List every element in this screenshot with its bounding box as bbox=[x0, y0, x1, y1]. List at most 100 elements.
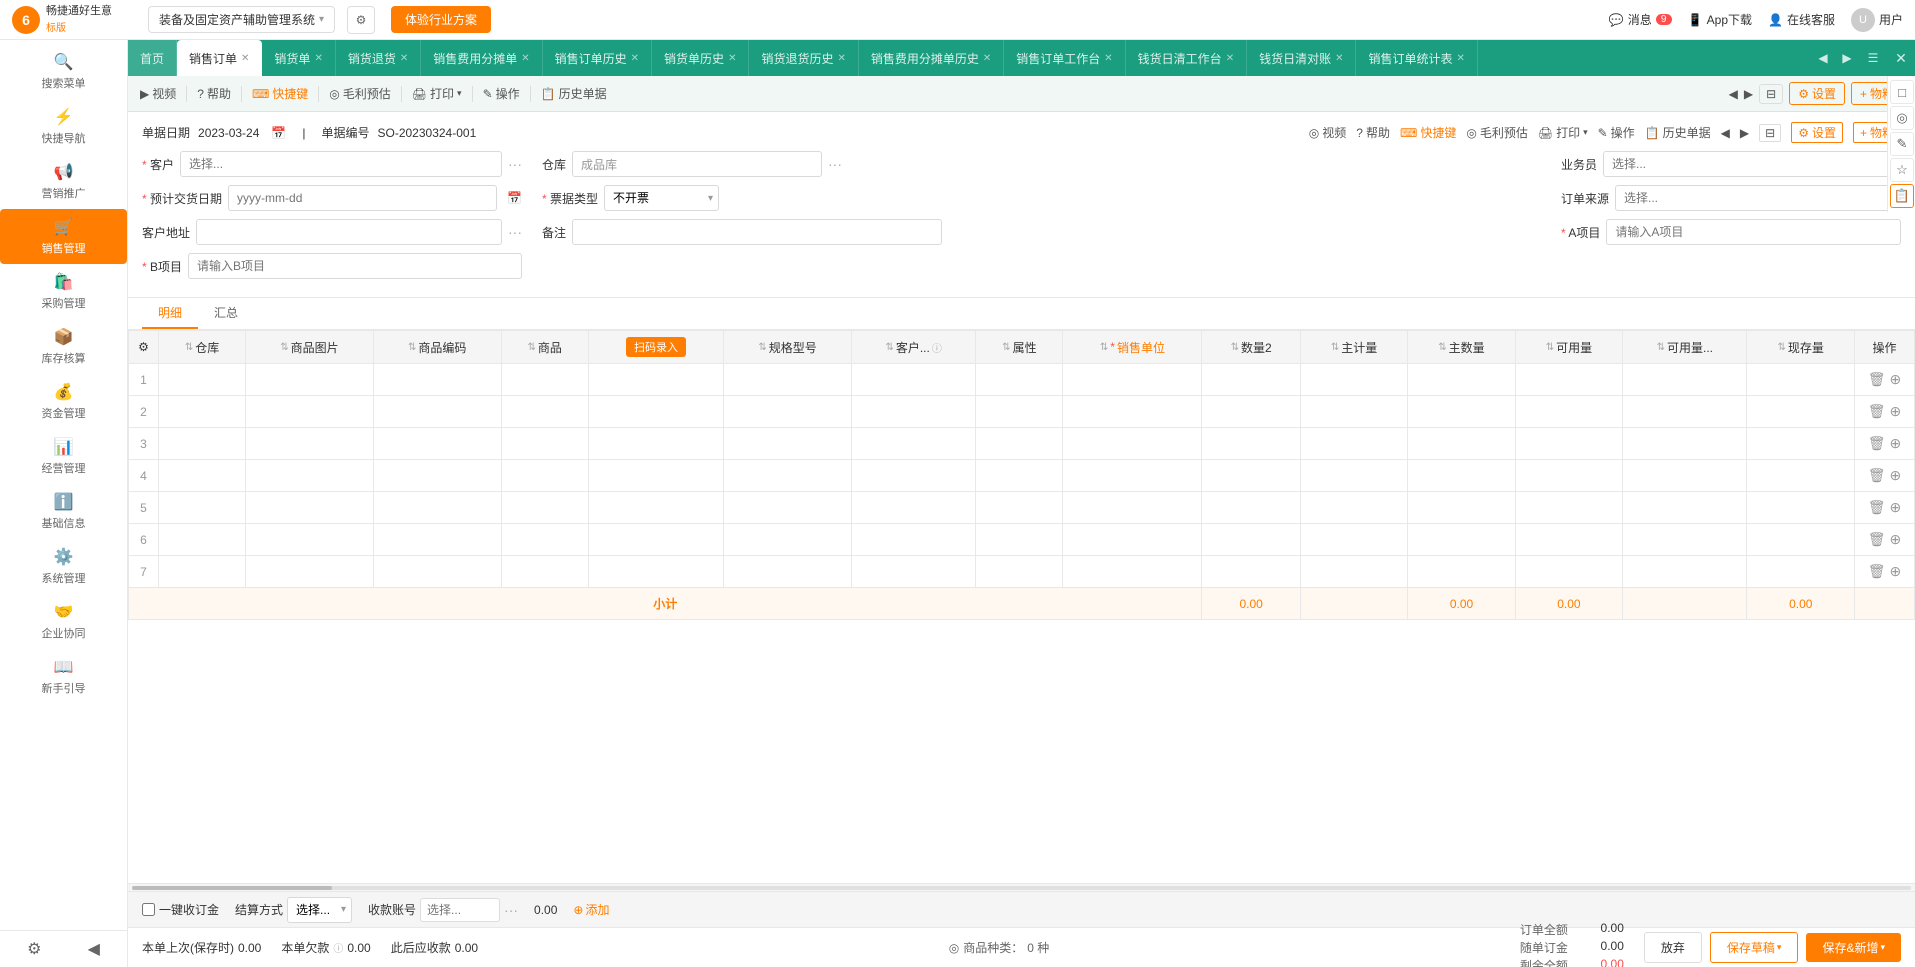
row-available-1[interactable] bbox=[1515, 364, 1622, 396]
warehouse-input[interactable] bbox=[572, 151, 822, 177]
rp-item-4[interactable]: ☆ bbox=[1890, 158, 1914, 182]
row-product-code-3[interactable] bbox=[373, 428, 501, 460]
payment-method-select[interactable]: 选择... bbox=[287, 897, 352, 923]
toolbar-help-btn[interactable]: ? 帮助 bbox=[197, 85, 231, 102]
row-product-img-3[interactable] bbox=[246, 428, 374, 460]
row-product-3[interactable] bbox=[501, 428, 588, 460]
tab-close-expense-history[interactable]: ✕ bbox=[983, 53, 991, 64]
toolbar-settings-btn[interactable]: ⚙ 设置 bbox=[1789, 82, 1845, 105]
toolbar-op-icon-btn[interactable]: ✎ 操作 bbox=[1598, 124, 1635, 141]
row-available2-2[interactable] bbox=[1623, 396, 1747, 428]
sidebar-settings-icon[interactable]: ⚙ bbox=[27, 939, 41, 959]
calendar2-icon[interactable]: 📅 bbox=[507, 191, 522, 205]
toolbar-print-btn[interactable]: 🖨 打印 ▾ bbox=[412, 85, 462, 102]
tab-close-daily-clear[interactable]: ✕ bbox=[1226, 53, 1234, 64]
row-warehouse-5[interactable] bbox=[159, 492, 246, 524]
row-product-2[interactable] bbox=[501, 396, 588, 428]
row-product-img-2[interactable] bbox=[246, 396, 374, 428]
toolbar-view-icon-btn[interactable]: ◎ 视频 bbox=[1309, 124, 1347, 141]
th-qty2[interactable]: ⇅数量2 bbox=[1202, 331, 1300, 364]
delete-icon-1[interactable]: 🗑 bbox=[1868, 371, 1886, 388]
row-warehouse-6[interactable] bbox=[159, 524, 246, 556]
row-attribute-3[interactable] bbox=[976, 428, 1063, 460]
sidebar-item-marketing[interactable]: 📢 营销推广 bbox=[0, 154, 127, 209]
row-customer-code-3[interactable] bbox=[851, 428, 975, 460]
sidebar-item-sales[interactable]: 🛒 销售管理 bbox=[0, 209, 127, 264]
toolbar-next-record-btn[interactable]: ▶ bbox=[1744, 87, 1753, 101]
row-main-qty-3[interactable] bbox=[1408, 428, 1515, 460]
copy-icon-3[interactable]: ⊕ bbox=[1890, 435, 1902, 452]
tab-close-sales-return[interactable]: ✕ bbox=[400, 53, 408, 64]
tab-stats[interactable]: 销售订单统计表 ✕ bbox=[1356, 40, 1477, 76]
tab-sales-invoice[interactable]: 销货单 ✕ bbox=[262, 40, 335, 76]
tab-prev-btn[interactable]: ◀ bbox=[1811, 40, 1835, 76]
calendar-icon[interactable]: 📅 bbox=[271, 126, 286, 140]
th-settings[interactable]: ⚙ bbox=[129, 331, 159, 364]
row-available-2[interactable] bbox=[1515, 396, 1622, 428]
tab-expense-history[interactable]: 销售费用分摊单历史 ✕ bbox=[859, 40, 1004, 76]
row-sales-unit-3[interactable] bbox=[1063, 428, 1202, 460]
warehouse-dots-icon[interactable]: ··· bbox=[828, 156, 842, 172]
toolbar-hist-icon-btn[interactable]: 📋 历史单据 bbox=[1645, 124, 1711, 141]
tab-close-return-history[interactable]: ✕ bbox=[837, 53, 845, 64]
toolbar-nav-left-btn[interactable]: ◀ bbox=[1721, 126, 1730, 140]
sub-tab-summary[interactable]: 汇总 bbox=[198, 298, 254, 329]
th-product-code[interactable]: ⇅商品编码 bbox=[373, 331, 501, 364]
tab-daily-clear[interactable]: 钱货日清工作台 ✕ bbox=[1126, 40, 1247, 76]
toolbar-shortcut-icon-btn[interactable]: ⌨ 快捷键 bbox=[1400, 124, 1456, 141]
tab-home[interactable]: 首页 bbox=[128, 40, 177, 76]
tab-close-all-btn[interactable]: ✕ bbox=[1887, 40, 1915, 76]
tab-next-btn[interactable]: ▶ bbox=[1835, 40, 1859, 76]
online-service-btn[interactable]: 👤 在线客服 bbox=[1768, 11, 1835, 28]
scrollbar-thumb[interactable] bbox=[132, 886, 332, 890]
row-qty2-2[interactable] bbox=[1202, 396, 1300, 428]
user-btn[interactable]: U 用户 bbox=[1851, 8, 1903, 32]
row-current-stock-3[interactable] bbox=[1747, 428, 1855, 460]
rp-item-1[interactable]: □ bbox=[1890, 80, 1914, 104]
row-warehouse-2[interactable] bbox=[159, 396, 246, 428]
app-download-btn[interactable]: 📱 App下载 bbox=[1688, 11, 1752, 28]
row-product-1[interactable] bbox=[501, 364, 588, 396]
horizontal-scrollbar[interactable] bbox=[128, 883, 1915, 891]
tab-sales-order[interactable]: 销售订单 ✕ bbox=[177, 40, 262, 76]
quick-collect-checkbox[interactable] bbox=[142, 903, 155, 916]
industry-btn[interactable]: 体验行业方案 bbox=[391, 6, 491, 33]
remark-input[interactable] bbox=[572, 219, 942, 245]
sidebar-item-search[interactable]: 🔍 搜索菜单 bbox=[0, 44, 127, 99]
row-available2-3[interactable] bbox=[1623, 428, 1747, 460]
th-customer-code[interactable]: ⇅客户...ⓘ bbox=[851, 331, 975, 364]
address-input[interactable] bbox=[196, 219, 502, 245]
row-main-unit-3[interactable] bbox=[1300, 428, 1407, 460]
toolbar-profit-icon-btn[interactable]: ◎ 毛利预估 bbox=[1466, 124, 1528, 141]
tab-workbench[interactable]: 销售订单工作台 ✕ bbox=[1004, 40, 1125, 76]
row-qty2-3[interactable] bbox=[1202, 428, 1300, 460]
copy-icon-1[interactable]: ⊕ bbox=[1890, 371, 1902, 388]
th-product[interactable]: ⇅商品 bbox=[501, 331, 588, 364]
sidebar-item-purchase[interactable]: 🛍️ 采购管理 bbox=[0, 264, 127, 319]
row-customer-code-2[interactable] bbox=[851, 396, 975, 428]
settings-gear-icon[interactable]: ⚙ bbox=[347, 6, 375, 34]
toolbar-history-btn[interactable]: 📋 历史单据 bbox=[541, 85, 607, 102]
sub-tab-detail[interactable]: 明细 bbox=[142, 298, 198, 329]
scan-btn[interactable]: 扫码录入 bbox=[626, 337, 686, 357]
invoice-select-wrap[interactable]: 不开票 增值税普通发票 增值税专用发票 bbox=[604, 185, 719, 211]
row-main-qty-2[interactable] bbox=[1408, 396, 1515, 428]
invoice-select[interactable]: 不开票 增值税普通发票 增值税专用发票 bbox=[604, 185, 719, 211]
rp-item-3[interactable]: ✎ bbox=[1890, 132, 1914, 156]
row-spec-1[interactable] bbox=[724, 364, 852, 396]
save-draft-btn[interactable]: 保存草稿 ▾ bbox=[1710, 932, 1799, 963]
row-main-qty-1[interactable] bbox=[1408, 364, 1515, 396]
sidebar-item-system[interactable]: ⚙️ 系统管理 bbox=[0, 539, 127, 594]
toolbar-list-view-btn[interactable]: ⊟ bbox=[1759, 124, 1781, 142]
toolbar-grid-view-btn[interactable]: ⊟ bbox=[1759, 84, 1783, 104]
th-product-img[interactable]: ⇅商品图片 bbox=[246, 331, 374, 364]
th-attribute[interactable]: ⇅属性 bbox=[976, 331, 1063, 364]
toolbar-nav-right-btn[interactable]: ▶ bbox=[1740, 126, 1749, 140]
sidebar-item-finance[interactable]: 💰 资金管理 bbox=[0, 374, 127, 429]
payment-method-select-wrap[interactable]: 选择... bbox=[287, 897, 352, 923]
row-current-stock-1[interactable] bbox=[1747, 364, 1855, 396]
sidebar-item-quicknav[interactable]: ⚡ 快捷导航 bbox=[0, 99, 127, 154]
discard-btn[interactable]: 放弃 bbox=[1644, 932, 1702, 963]
tab-more-btn[interactable]: ☰ bbox=[1859, 40, 1887, 76]
th-main-qty[interactable]: ⇅主数量 bbox=[1408, 331, 1515, 364]
